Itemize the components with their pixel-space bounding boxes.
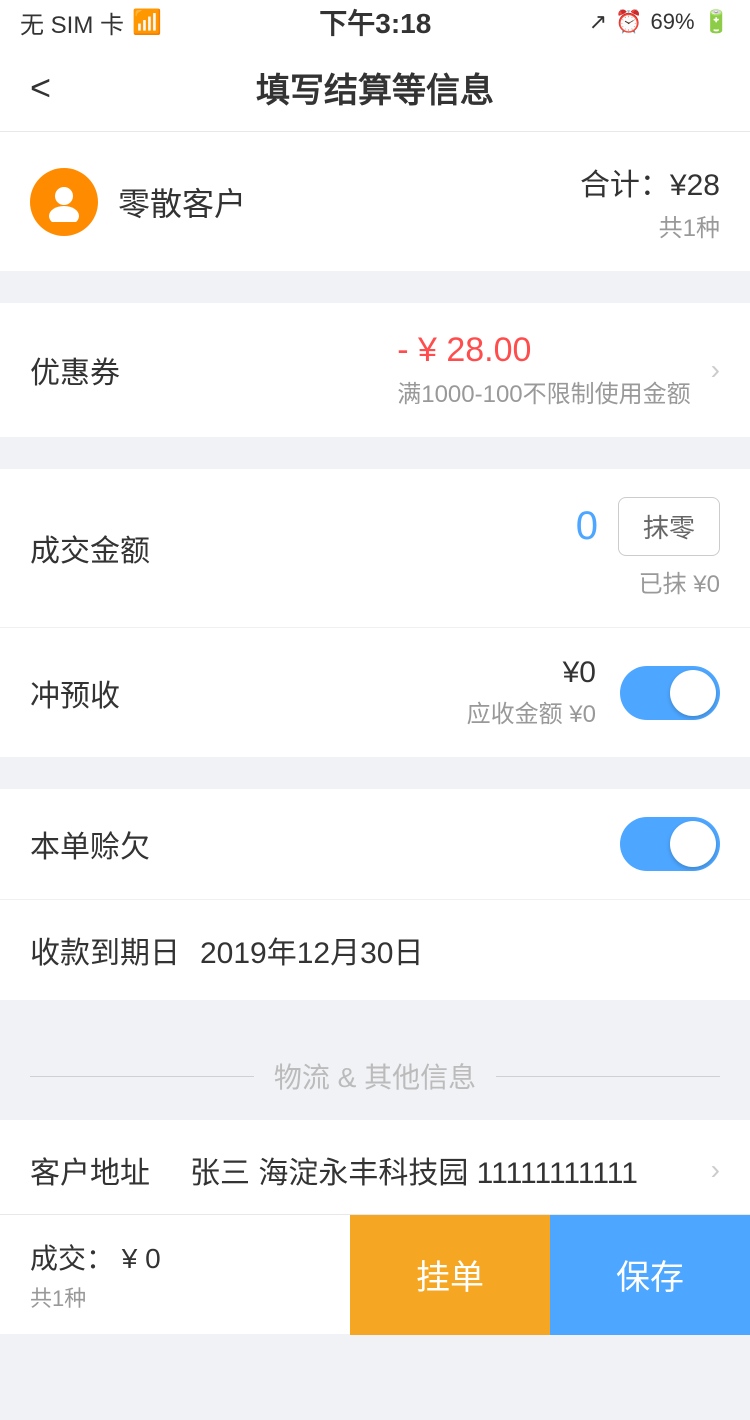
bottom-transaction-value: ¥ 0 (122, 1243, 161, 1274)
alarm-icon: ⏰ (615, 9, 642, 35)
save-button[interactable]: 保存 (550, 1215, 750, 1335)
coupon-label: 优惠券 (30, 348, 170, 392)
bottom-count: 共1种 (30, 1281, 320, 1313)
address-row[interactable]: 客户地址 张三 海淀永丰科技园 11111111111 › (0, 1120, 750, 1220)
transaction-value[interactable]: 0 (576, 504, 598, 549)
coupon-section: 优惠券 - ¥ 28.00 满1000-100不限制使用金额 › (0, 303, 750, 437)
prepayment-toggle[interactable] (620, 666, 720, 720)
address-value: 张三 海淀永丰科技园 11111111111 (190, 1148, 691, 1192)
bottom-transaction: 成交： ¥ 0 (30, 1237, 320, 1277)
transaction-section: 成交金额 0 抹零 已抹 ¥0 冲预收 ¥0 应收金额 ¥0 (0, 469, 750, 757)
coupon-chevron-icon: › (711, 354, 720, 386)
back-button[interactable]: < (30, 67, 51, 109)
coupon-row[interactable]: 优惠券 - ¥ 28.00 满1000-100不限制使用金额 › (0, 303, 750, 437)
nav-bar: < 填写结算等信息 (0, 44, 750, 132)
address-label: 客户地址 (30, 1148, 170, 1192)
carrier-label: 无 SIM 卡 (20, 5, 124, 40)
prepayment-label: 冲预收 (30, 671, 170, 715)
already-rounded-label: 已抹 ¥0 (639, 564, 720, 599)
battery-label: 69% (651, 9, 695, 35)
logistics-line-right (496, 1076, 720, 1077)
due-date-row[interactable]: 收款到期日 2019年12月30日 (0, 899, 750, 1000)
logistics-label: 物流 & 其他信息 (274, 1056, 476, 1096)
debt-section: 本单赊欠 收款到期日 2019年12月30日 (0, 789, 750, 1000)
status-time: 下午3:18 (319, 2, 431, 42)
logistics-header: 物流 & 其他信息 (0, 1032, 750, 1120)
hang-button[interactable]: 挂单 (350, 1215, 550, 1335)
coupon-amount: - ¥ 28.00 (397, 331, 690, 370)
battery-icon: 🔋 (703, 9, 730, 35)
logistics-section: 物流 & 其他信息 (0, 1032, 750, 1120)
prepayment-sub-value: 应收金额 ¥0 (467, 694, 596, 729)
customer-section: 零散客户 合计：¥28 共1种 (0, 132, 750, 271)
total-amount: 合计：¥28 (580, 160, 720, 204)
debt-toggle-knob (670, 821, 716, 867)
status-right: ↗ ⏰ 69% 🔋 (589, 9, 730, 35)
debt-label: 本单赊欠 (30, 822, 170, 866)
avatar (30, 168, 98, 236)
location-icon: ↗ (589, 9, 607, 35)
customer-total: 合计：¥28 共1种 (580, 160, 720, 243)
due-date-value: 2019年12月30日 (200, 928, 423, 972)
debt-toggle[interactable] (620, 817, 720, 871)
address-section: 客户地址 张三 海淀永丰科技园 11111111111 › (0, 1120, 750, 1220)
status-left: 无 SIM 卡 📶 (20, 5, 162, 40)
status-bar: 无 SIM 卡 📶 下午3:18 ↗ ⏰ 69% 🔋 (0, 0, 750, 44)
toggle-knob (670, 670, 716, 716)
wifi-icon: 📶 (132, 8, 162, 37)
round-button[interactable]: 抹零 (618, 497, 720, 556)
coupon-right: - ¥ 28.00 满1000-100不限制使用金额 › (170, 331, 720, 409)
bottom-transaction-label: 成交： (30, 1243, 114, 1274)
debt-row: 本单赊欠 (0, 789, 750, 899)
page-title: 填写结算等信息 (256, 63, 494, 112)
prepayment-values: ¥0 应收金额 ¥0 (467, 656, 596, 729)
transaction-row: 成交金额 0 抹零 已抹 ¥0 (0, 469, 750, 628)
customer-name: 零散客户 (118, 179, 246, 225)
total-count: 共1种 (580, 208, 720, 243)
transaction-label: 成交金额 (30, 526, 170, 570)
transaction-input-area: 0 抹零 (576, 497, 720, 556)
prepayment-row: 冲预收 ¥0 应收金额 ¥0 (0, 628, 750, 757)
coupon-hint: 满1000-100不限制使用金额 (397, 374, 690, 409)
customer-left: 零散客户 (30, 168, 246, 236)
bottom-info: 成交： ¥ 0 共1种 (0, 1237, 350, 1313)
prepayment-main-value: ¥0 (467, 656, 596, 690)
address-chevron-icon: › (711, 1154, 720, 1186)
logistics-line-left (30, 1076, 254, 1077)
due-date-label: 收款到期日 (30, 928, 180, 972)
bottom-bar: 成交： ¥ 0 共1种 挂单 保存 (0, 1214, 750, 1334)
